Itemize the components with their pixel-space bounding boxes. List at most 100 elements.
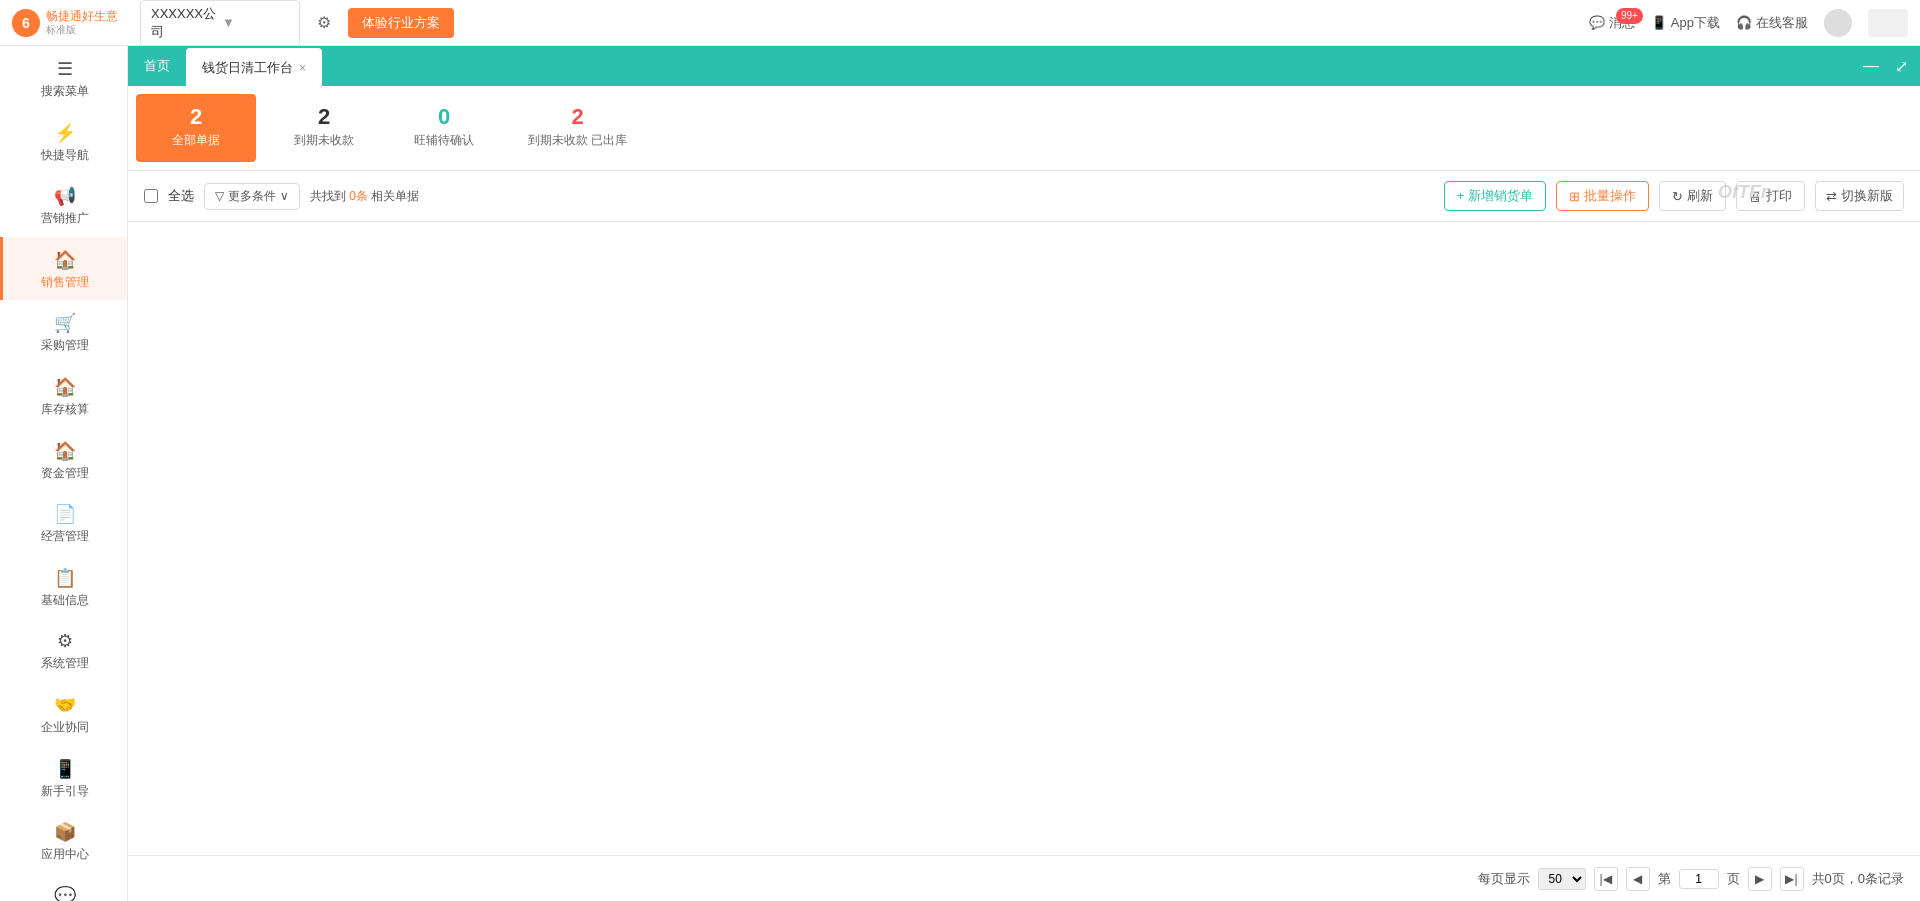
enterprise-wechat-icon: 💬	[54, 885, 76, 901]
online-service-btn[interactable]: 🎧 在线客服	[1736, 14, 1808, 32]
filter-button[interactable]: ▽ 更多条件 ∨	[204, 183, 300, 210]
sidebar-item-sales-mgmt[interactable]: 🏠 销售管理	[0, 237, 127, 301]
company-selector[interactable]: XXXXXX公司 ▼	[140, 0, 300, 46]
header-right: 💬 消息 99+ 📱 App下载 🎧 在线客服	[1589, 9, 1908, 37]
tab-home[interactable]: 首页	[128, 46, 186, 86]
last-page-button[interactable]: ▶|	[1780, 867, 1804, 891]
next-page-button[interactable]: ▶	[1748, 867, 1772, 891]
experience-button[interactable]: 体验行业方案	[348, 8, 454, 38]
sidebar-item-purchase-mgmt[interactable]: 🛒 采购管理	[0, 300, 127, 364]
refresh-button[interactable]: ↻ 刷新	[1659, 181, 1726, 211]
sales-mgmt-icon: 🏠	[54, 249, 76, 271]
sidebar-label-operations: 经营管理	[41, 529, 89, 545]
page-content: 2 全部单据 2 到期未收款 0 旺辅待确认 2 到期未收款 已出库	[128, 86, 1920, 901]
sidebar-label-inventory: 库存核算	[41, 402, 89, 418]
sidebar-label-finance: 资金管理	[41, 466, 89, 482]
system-mgmt-icon: ⚙	[57, 630, 73, 652]
beginner-guide-icon: 📱	[54, 758, 76, 780]
marketing-icon: 📢	[54, 185, 76, 207]
tab-label: 钱货日清工作台	[202, 59, 293, 77]
app-center-icon: 📦	[54, 821, 76, 843]
stat-all-label: 全部单据	[172, 132, 220, 149]
stat-overdue-shipped[interactable]: 2 到期未收款 已出库	[504, 86, 651, 170]
sidebar-item-operations[interactable]: 📄 经营管理	[0, 491, 127, 555]
print-button[interactable]: 🖨 打印	[1736, 181, 1805, 211]
sidebar-label-search-menu: 搜索菜单	[41, 84, 89, 100]
sidebar-item-finance[interactable]: 🏠 资金管理	[0, 428, 127, 492]
sidebar-label-enterprise-coop: 企业协同	[41, 720, 89, 736]
app-download-icon: 📱	[1651, 15, 1667, 30]
prev-page-button[interactable]: ◀	[1626, 867, 1650, 891]
message-badge: 99+	[1616, 8, 1643, 24]
total-info: 共0页，0条记录	[1812, 870, 1904, 888]
sidebar-label-marketing: 营销推广	[41, 211, 89, 227]
page-label-first: 第	[1658, 870, 1671, 888]
sidebar-label-app-center: 应用中心	[41, 847, 89, 863]
sidebar-item-marketing[interactable]: 📢 营销推广	[0, 173, 127, 237]
sidebar-item-app-center[interactable]: 📦 应用中心	[0, 809, 127, 873]
user-menu[interactable]	[1868, 9, 1908, 37]
stat-overdue-num: 2	[318, 104, 330, 130]
toolbar-right: + 新增销货单 ⊞ 批量操作 ↻ 刷新 🖨 打印 ⇄	[1444, 181, 1904, 211]
stat-overdue-label: 到期未收款	[294, 132, 354, 149]
page-label-suffix: 页	[1727, 870, 1740, 888]
sidebar-item-enterprise-wechat[interactable]: 💬 企业微信	[0, 873, 127, 901]
logo-text: 畅捷通好生意 标准版	[46, 9, 118, 35]
pagination-bar: 每页显示 50 |◀ ◀ 第 页 ▶ ▶| 共0页，0条记录	[128, 855, 1920, 901]
switch-new-version-button[interactable]: ⇄ 切换新版	[1815, 181, 1904, 211]
app-download-btn[interactable]: 📱 App下载	[1651, 14, 1720, 32]
avatar[interactable]	[1824, 9, 1852, 37]
online-service-label: 在线客服	[1756, 14, 1808, 32]
settings-icon[interactable]: ⚙	[308, 7, 340, 39]
finance-icon: 🏠	[54, 440, 76, 462]
tab-maximize-icon[interactable]: ⤢	[1891, 53, 1912, 80]
first-page-button[interactable]: |◀	[1594, 867, 1618, 891]
app-download-label: App下载	[1671, 14, 1720, 32]
quick-nav-icon: ⚡	[54, 122, 76, 144]
sidebar-item-basic-info[interactable]: 📋 基础信息	[0, 555, 127, 619]
sidebar-item-inventory[interactable]: 🏠 库存核算	[0, 364, 127, 428]
sidebar-item-search-menu[interactable]: ☰ 搜索菜单	[0, 46, 127, 110]
company-name: XXXXXX公司	[151, 5, 218, 41]
select-all-checkbox[interactable]	[144, 189, 158, 203]
sidebar-item-beginner-guide[interactable]: 📱 新手引导	[0, 746, 127, 810]
tab-minimize-icon[interactable]: —	[1859, 53, 1883, 79]
filter-chevron-icon: ∨	[280, 189, 289, 203]
main-layout: ☰ 搜索菜单 ⚡ 快捷导航 📢 营销推广 🏠 销售管理 🛒 采购管理 🏠 库存核…	[0, 46, 1920, 901]
found-count: 0条	[349, 189, 368, 203]
tab-bar-actions: — ⤢	[1859, 53, 1920, 80]
sidebar-item-quick-nav[interactable]: ⚡ 快捷导航	[0, 110, 127, 174]
table-area	[128, 222, 1920, 855]
enterprise-coop-icon: 🤝	[54, 694, 76, 716]
logo-icon: 6	[12, 9, 40, 37]
toolbar-left: 全选 ▽ 更多条件 ∨ 共找到 0条 相关单据	[144, 183, 1432, 210]
stat-overdue-shipped-num: 2	[572, 104, 584, 130]
tab-active[interactable]: 钱货日清工作台 ×	[186, 48, 322, 88]
stat-overdue[interactable]: 2 到期未收款	[264, 86, 384, 170]
stat-all[interactable]: 2 全部单据	[136, 94, 256, 162]
batch-operation-button[interactable]: ⊞ 批量操作	[1556, 181, 1649, 211]
logo-area: 6 畅捷通好生意 标准版	[12, 9, 140, 37]
search-menu-icon: ☰	[57, 58, 73, 80]
sidebar: ☰ 搜索菜单 ⚡ 快捷导航 📢 营销推广 🏠 销售管理 🛒 采购管理 🏠 库存核…	[0, 46, 128, 901]
service-icon: 🎧	[1736, 15, 1752, 30]
tab-close-icon[interactable]: ×	[299, 61, 306, 75]
switch-icon: ⇄	[1826, 189, 1837, 204]
basic-info-icon: 📋	[54, 567, 76, 589]
add-sales-order-button[interactable]: + 新增销货单	[1444, 181, 1546, 211]
sidebar-item-enterprise-coop[interactable]: 🤝 企业协同	[0, 682, 127, 746]
message-icon: 💬	[1589, 15, 1605, 30]
message-btn[interactable]: 💬 消息 99+	[1589, 14, 1635, 32]
sidebar-label-basic-info: 基础信息	[41, 593, 89, 609]
batch-icon: ⊞	[1569, 189, 1580, 204]
sidebar-label-beginner-guide: 新手引导	[41, 784, 89, 800]
inventory-icon: 🏠	[54, 376, 76, 398]
page-size-select[interactable]: 50	[1538, 868, 1586, 890]
page-number-input[interactable]	[1679, 869, 1719, 889]
content-area: 首页 钱货日清工作台 × — ⤢ 2 全部单据 2 到期未收款	[128, 46, 1920, 901]
chevron-down-icon: ▼	[222, 15, 289, 30]
stats-row: 2 全部单据 2 到期未收款 0 旺辅待确认 2 到期未收款 已出库	[128, 86, 1920, 171]
stat-pending[interactable]: 0 旺辅待确认	[384, 86, 504, 170]
top-header: 6 畅捷通好生意 标准版 XXXXXX公司 ▼ ⚙ 体验行业方案 💬 消息 99…	[0, 0, 1920, 46]
sidebar-item-system-mgmt[interactable]: ⚙ 系统管理	[0, 618, 127, 682]
